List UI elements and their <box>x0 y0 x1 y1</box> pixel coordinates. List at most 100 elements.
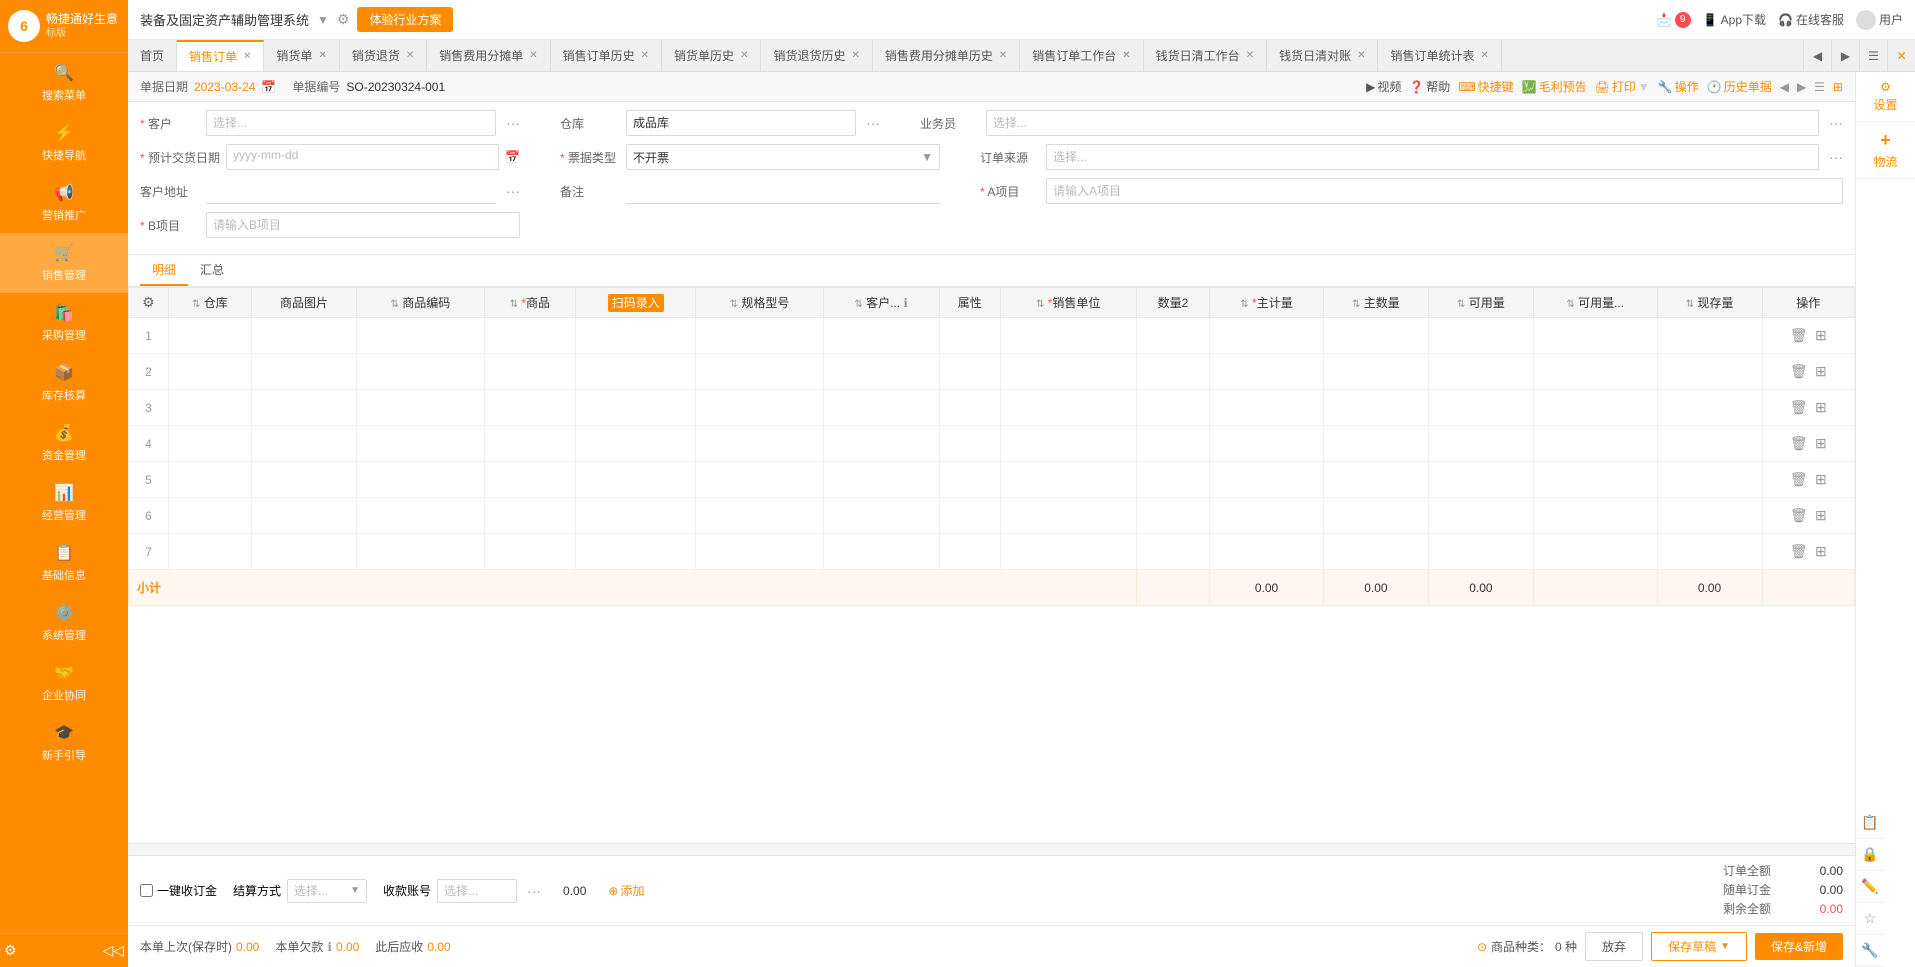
row-6-spec[interactable] <box>696 498 823 534</box>
col-settings-icon[interactable]: ⚙ <box>142 294 155 310</box>
print-button[interactable]: 🖨 打印 ▼ <box>1595 78 1650 95</box>
row-3-available2[interactable] <box>1533 390 1657 426</box>
row-3-qty2[interactable] <box>1136 390 1209 426</box>
col-stock-header[interactable]: ⇅ 现存量 <box>1657 288 1762 318</box>
row-3-spec[interactable] <box>696 390 823 426</box>
row-7-available2[interactable] <box>1533 534 1657 570</box>
discard-button[interactable]: 放弃 <box>1585 932 1643 961</box>
remark-input[interactable] <box>626 178 940 204</box>
row-7-stock[interactable] <box>1657 534 1762 570</box>
row-5-main-unit[interactable] <box>1210 462 1324 498</box>
row-3-main-unit[interactable] <box>1210 390 1324 426</box>
row-4-main-qty[interactable] <box>1323 426 1428 462</box>
row-3-available[interactable] <box>1428 390 1533 426</box>
tab-sales-return-close[interactable]: ✕ <box>406 50 414 61</box>
row-5-qty2[interactable] <box>1136 462 1209 498</box>
tab-fee-history[interactable]: 销售费用分摊单历史 ✕ <box>873 40 1020 72</box>
payment-method-select[interactable]: 选择... ▼ <box>287 879 367 903</box>
row-4-available2[interactable] <box>1533 426 1657 462</box>
app-download-button[interactable]: 📱 App下载 <box>1703 11 1766 28</box>
tab-sales-history[interactable]: 销售订单历史 ✕ <box>551 40 662 72</box>
row-3-delete-btn[interactable]: 🗑 <box>1788 397 1810 418</box>
row-6-copy-btn[interactable]: ⊞ <box>1813 505 1829 526</box>
row-4-product[interactable] <box>484 426 575 462</box>
row-4-main-unit[interactable] <box>1210 426 1324 462</box>
history-button[interactable]: 🕐 历史单据 <box>1707 78 1772 95</box>
user-button[interactable]: 用户 <box>1856 10 1903 30</box>
tab-next-button[interactable]: ▶ <box>1831 40 1859 72</box>
col-unit-header[interactable]: ⇅ *销售单位 <box>1000 288 1136 318</box>
settings-icon[interactable]: ⚙ <box>4 942 17 959</box>
row-2-attr[interactable] <box>939 354 1000 390</box>
row-1-copy-btn[interactable]: ⊞ <box>1813 325 1829 346</box>
row-4-warehouse[interactable] <box>168 426 251 462</box>
row-7-main-qty[interactable] <box>1323 534 1428 570</box>
row-6-warehouse[interactable] <box>168 498 251 534</box>
col-warehouse-header[interactable]: ⇅ 仓库 <box>168 288 251 318</box>
row-1-delete-btn[interactable]: 🗑 <box>1788 325 1810 346</box>
col-main-unit-header[interactable]: ⇅ *主计量 <box>1210 288 1324 318</box>
save-draft-arrow-icon[interactable]: ▼ <box>1720 941 1730 952</box>
horizontal-scrollbar[interactable] <box>128 843 1855 855</box>
date-value[interactable]: 2023-03-24 <box>194 80 255 94</box>
customer-input[interactable]: 选择... <box>206 110 496 136</box>
operations-button[interactable]: 🔧 操作 <box>1658 78 1699 95</box>
col-customer-code-header[interactable]: ⇅ 客户... ℹ <box>823 288 939 318</box>
col-code-header[interactable]: ⇅ 商品编码 <box>357 288 484 318</box>
row-2-copy-btn[interactable]: ⊞ <box>1813 361 1829 382</box>
list-view-icon[interactable]: ☰ <box>1814 80 1825 94</box>
row-1-code[interactable] <box>357 318 484 354</box>
nav-prev-icon[interactable]: ◀ <box>1780 80 1789 94</box>
salesperson-dots[interactable]: ··· <box>1829 115 1843 131</box>
row-3-customer-code[interactable] <box>823 390 939 426</box>
row-2-qty2[interactable] <box>1136 354 1209 390</box>
row-6-delete-btn[interactable]: 🗑 <box>1788 505 1810 526</box>
row-4-available[interactable] <box>1428 426 1533 462</box>
grid-view-icon[interactable]: ⊞ <box>1833 80 1843 94</box>
tab-stats-close[interactable]: ✕ <box>1481 50 1489 61</box>
row-2-customer-code[interactable] <box>823 354 939 390</box>
row-5-delete-btn[interactable]: 🗑 <box>1788 469 1810 490</box>
online-service-button[interactable]: 🎧 在线客服 <box>1778 11 1844 28</box>
row-7-main-unit[interactable] <box>1210 534 1324 570</box>
row-3-attr[interactable] <box>939 390 1000 426</box>
nav-next-icon[interactable]: ▶ <box>1797 80 1806 94</box>
row-5-warehouse[interactable] <box>168 462 251 498</box>
sidebar-item-搜索菜单[interactable]: 🔍搜索菜单 <box>0 53 128 113</box>
row-5-available[interactable] <box>1428 462 1533 498</box>
logistics-panel-button[interactable]: + 物流 <box>1856 122 1915 179</box>
solution-button[interactable]: 体验行业方案 <box>357 7 453 32</box>
right-icon-tool[interactable]: 🔧 <box>1856 935 1884 967</box>
right-icon-lock[interactable]: 🔒 <box>1856 839 1884 871</box>
row-7-copy-btn[interactable]: ⊞ <box>1813 541 1829 562</box>
tab-reconcile[interactable]: 钱货日清对账 ✕ <box>1267 40 1378 72</box>
row-6-customer-code[interactable] <box>823 498 939 534</box>
row-2-stock[interactable] <box>1657 354 1762 390</box>
row-4-qty2[interactable] <box>1136 426 1209 462</box>
row-3-main-qty[interactable] <box>1323 390 1428 426</box>
row-1-warehouse[interactable] <box>168 318 251 354</box>
row-7-delete-btn[interactable]: 🗑 <box>1788 541 1810 562</box>
invoice-type-select[interactable]: 不开票 ▼ <box>626 144 940 170</box>
row-4-spec[interactable] <box>696 426 823 462</box>
row-7-spec[interactable] <box>696 534 823 570</box>
customer-dots[interactable]: ··· <box>506 115 520 131</box>
delivery-date-input[interactable]: yyyy-mm-dd <box>226 144 499 170</box>
row-7-product[interactable] <box>484 534 575 570</box>
row-5-unit[interactable] <box>1000 462 1136 498</box>
row-6-unit[interactable] <box>1000 498 1136 534</box>
sidebar-item-基础信息[interactable]: 📋基础信息 <box>0 533 128 593</box>
tab-close-all-button[interactable]: ✕ <box>1887 40 1915 72</box>
row-7-code[interactable] <box>357 534 484 570</box>
col-available2-header[interactable]: ⇅ 可用量... <box>1533 288 1657 318</box>
right-icon-edit[interactable]: ✏️ <box>1856 871 1884 903</box>
row-7-qty2[interactable] <box>1136 534 1209 570</box>
row-7-customer-code[interactable] <box>823 534 939 570</box>
delivery-calendar-icon[interactable]: 📅 <box>505 150 520 164</box>
tab-stats[interactable]: 销售订单统计表 ✕ <box>1378 40 1501 72</box>
row-5-available2[interactable] <box>1533 462 1657 498</box>
row-2-delete-btn[interactable]: 🗑 <box>1788 361 1810 382</box>
row-4-unit[interactable] <box>1000 426 1136 462</box>
row-1-main-unit[interactable] <box>1210 318 1324 354</box>
tab-sales-order-close[interactable]: ✕ <box>243 51 251 62</box>
